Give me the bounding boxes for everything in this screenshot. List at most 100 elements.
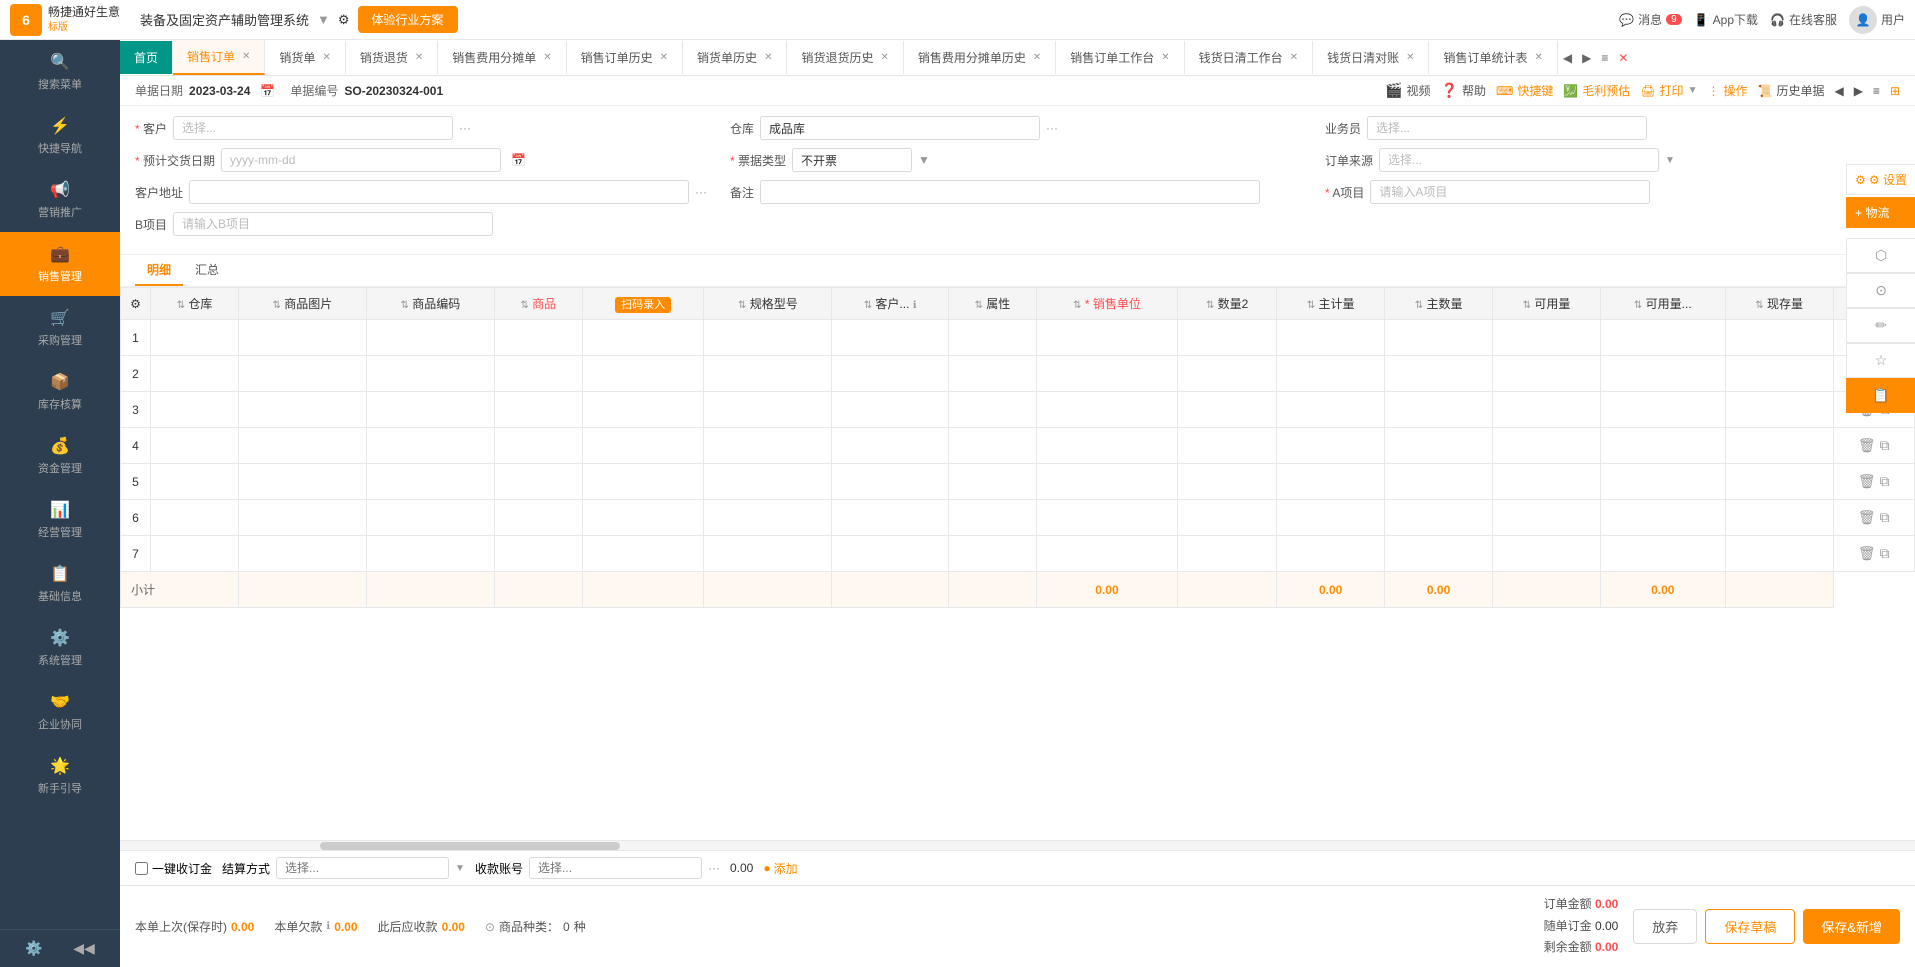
ticket-type-dropdown-icon[interactable]: ▼ <box>918 153 930 167</box>
tab-sales-fee-split-history[interactable]: 销售费用分摊单历史 ✕ <box>904 41 1056 74</box>
account-input[interactable] <box>529 857 702 879</box>
history-btn[interactable]: 📜 历史单据 <box>1757 82 1824 99</box>
tab-sales-return-history-close[interactable]: ✕ <box>764 52 772 63</box>
row-copy-btn-4[interactable]: ⧉ <box>1880 437 1890 454</box>
tab-list-view[interactable]: ≡ <box>1596 51 1613 65</box>
customer-input[interactable] <box>173 116 453 140</box>
customer-more-icon[interactable]: ··· <box>459 121 471 135</box>
tab-sales-order[interactable]: 销售订单 ✕ <box>173 40 265 75</box>
customer-address-more-icon[interactable]: ··· <box>695 185 707 199</box>
tab-nav-prev[interactable]: ◀ <box>1558 51 1577 65</box>
tab-cash-daily-workbench-close[interactable]: ✕ <box>1290 52 1298 63</box>
right-panel-icon-1[interactable]: ⬡ <box>1846 238 1915 273</box>
tab-sales-order-workbench[interactable]: 销售订单工作台 ✕ <box>1056 41 1184 74</box>
a-project-input[interactable] <box>1370 180 1650 204</box>
table-scrollbar[interactable] <box>120 840 1915 850</box>
order-source-dropdown-icon[interactable]: ▼ <box>1665 155 1675 166</box>
actions-btn[interactable]: ⋮ 操作 <box>1707 82 1747 99</box>
sidebar-collapse-icon[interactable]: ◀◀ <box>73 940 95 957</box>
account-more-icon[interactable]: ··· <box>708 861 720 875</box>
tab-sales-return[interactable]: 销货单 ✕ <box>265 41 345 74</box>
delivery-date-calendar-icon[interactable]: 📅 <box>511 153 526 167</box>
online-service-btn[interactable]: 🎧 在线客服 <box>1770 11 1837 28</box>
settlement-dropdown-icon[interactable]: ▼ <box>455 863 465 874</box>
discard-btn[interactable]: 放弃 <box>1633 909 1697 944</box>
row-delete-btn-6[interactable]: 🗑 <box>1858 509 1876 526</box>
one-click-checkout-checkbox[interactable] <box>135 862 148 875</box>
date-picker-icon[interactable]: 📅 <box>260 84 275 98</box>
sidebar-item-finance[interactable]: 💰 资金管理 <box>0 424 120 488</box>
right-panel-icon-4[interactable]: ☆ <box>1846 343 1915 378</box>
tab-sales-refund-close[interactable]: ✕ <box>415 52 423 63</box>
sidebar-item-quicknav[interactable]: ⚡ 快捷导航 <box>0 104 120 168</box>
tab-sales-fee-split-close[interactable]: ✕ <box>543 52 551 63</box>
tab-nav-next[interactable]: ▶ <box>1577 51 1596 65</box>
detail-tab-detail[interactable]: 明细 <box>135 255 183 286</box>
ticket-type-input[interactable] <box>792 148 912 172</box>
sidebar-item-ops[interactable]: 📊 经营管理 <box>0 488 120 552</box>
order-source-input[interactable] <box>1379 148 1659 172</box>
row-copy-btn-5[interactable]: ⧉ <box>1880 473 1890 490</box>
row-delete-btn-5[interactable]: 🗑 <box>1858 473 1876 490</box>
profit-btn[interactable]: 💹 毛利预估 <box>1563 82 1630 99</box>
tab-sales-refund-history[interactable]: 销货退货历史 ✕ <box>787 41 903 74</box>
tab-sales-return-close[interactable]: ✕ <box>322 52 330 63</box>
sidebar-item-marketing[interactable]: 📢 营销推广 <box>0 168 120 232</box>
print-btn[interactable]: 🖨 打印 ▼ <box>1640 82 1697 99</box>
add-material-btn[interactable]: + 物流 <box>1846 197 1915 228</box>
tab-home[interactable]: 首页 <box>120 41 173 74</box>
tab-sales-stat-close[interactable]: ✕ <box>1535 52 1543 63</box>
warehouse-input[interactable] <box>760 116 1040 140</box>
sidebar-item-inventory[interactable]: 📦 库存核算 <box>0 360 120 424</box>
help-btn[interactable]: ❓ 帮助 <box>1441 82 1486 99</box>
row-copy-btn-7[interactable]: ⧉ <box>1880 545 1890 562</box>
tab-cash-daily-workbench[interactable]: 钱货日清工作台 ✕ <box>1185 41 1313 74</box>
sidebar-item-basicinfo[interactable]: 📋 基础信息 <box>0 552 120 616</box>
tab-sales-order-history[interactable]: 销售订单历史 ✕ <box>567 41 683 74</box>
tab-cash-reconcile-close[interactable]: ✕ <box>1406 52 1414 63</box>
sidebar-item-search[interactable]: 🔍 搜索菜单 <box>0 40 120 104</box>
message-btn[interactable]: 💬 消息 9 <box>1619 11 1682 28</box>
tab-sales-order-workbench-close[interactable]: ✕ <box>1161 52 1169 63</box>
warehouse-more-icon[interactable]: ··· <box>1046 121 1058 135</box>
th-scan-entry[interactable]: 扫码录入 <box>582 288 704 320</box>
tab-sales-stat[interactable]: 销售订单统计表 ✕ <box>1429 41 1557 74</box>
save-new-btn[interactable]: 保存&新增 <box>1803 909 1900 944</box>
tab-cash-reconcile[interactable]: 钱货日清对账 ✕ <box>1313 41 1429 74</box>
sidebar-settings-icon[interactable]: ⚙️ <box>25 940 42 957</box>
sidebar-item-purchase[interactable]: 🛒 采购管理 <box>0 296 120 360</box>
row-delete-btn-7[interactable]: 🗑 <box>1858 545 1876 562</box>
tab-sales-fee-split-history-close[interactable]: ✕ <box>1033 52 1041 63</box>
row-delete-btn-4[interactable]: 🗑 <box>1858 437 1876 454</box>
tab-sales-refund-history-close[interactable]: ✕ <box>880 52 888 63</box>
tab-sales-refund[interactable]: 销货退货 ✕ <box>346 41 438 74</box>
tab-sales-order-close[interactable]: ✕ <box>242 51 250 62</box>
salesperson-input[interactable] <box>1367 116 1647 140</box>
nav-next-btn[interactable]: ▶ <box>1854 84 1863 98</box>
customer-address-input[interactable] <box>189 180 689 204</box>
tab-sales-return-history[interactable]: 销货单历史 ✕ <box>683 41 787 74</box>
industry-solution-btn[interactable]: 体验行业方案 <box>358 6 458 33</box>
row-copy-btn-6[interactable]: ⧉ <box>1880 509 1890 526</box>
list-view-btn[interactable]: ≡ <box>1873 84 1880 98</box>
b-project-input[interactable] <box>173 212 493 236</box>
save-draft-btn[interactable]: 保存草稿 <box>1705 909 1795 944</box>
sidebar-item-sales[interactable]: 💼 销售管理 <box>0 232 120 296</box>
app-download-btn[interactable]: 📱 App下载 <box>1694 11 1758 28</box>
view-btn[interactable]: 🎬 视频 <box>1385 82 1430 99</box>
sidebar-item-corpcollab[interactable]: 🤝 企业协同 <box>0 680 120 744</box>
settings-panel-btn[interactable]: ⚙ ⚙ 设置 <box>1846 164 1915 195</box>
notes-input[interactable] <box>760 180 1260 204</box>
shortcut-btn[interactable]: ⌨ 快捷键 <box>1496 82 1553 99</box>
tab-sales-order-history-close[interactable]: ✕ <box>660 52 668 63</box>
grid-view-btn[interactable]: ⊞ <box>1890 84 1900 98</box>
tab-sales-fee-split[interactable]: 销售费用分摊单 ✕ <box>438 41 566 74</box>
right-panel-icon-5[interactable]: 📋 <box>1846 378 1915 413</box>
delivery-date-input[interactable] <box>221 148 501 172</box>
detail-tab-summary[interactable]: 汇总 <box>183 255 231 286</box>
right-panel-icon-3[interactable]: ✏ <box>1846 308 1915 343</box>
right-panel-icon-2[interactable]: ⊙ <box>1846 273 1915 308</box>
th-gear[interactable]: ⚙ <box>121 288 151 320</box>
user-btn[interactable]: 👤 用户 <box>1849 6 1905 34</box>
tab-close-all[interactable]: ✕ <box>1613 51 1633 65</box>
